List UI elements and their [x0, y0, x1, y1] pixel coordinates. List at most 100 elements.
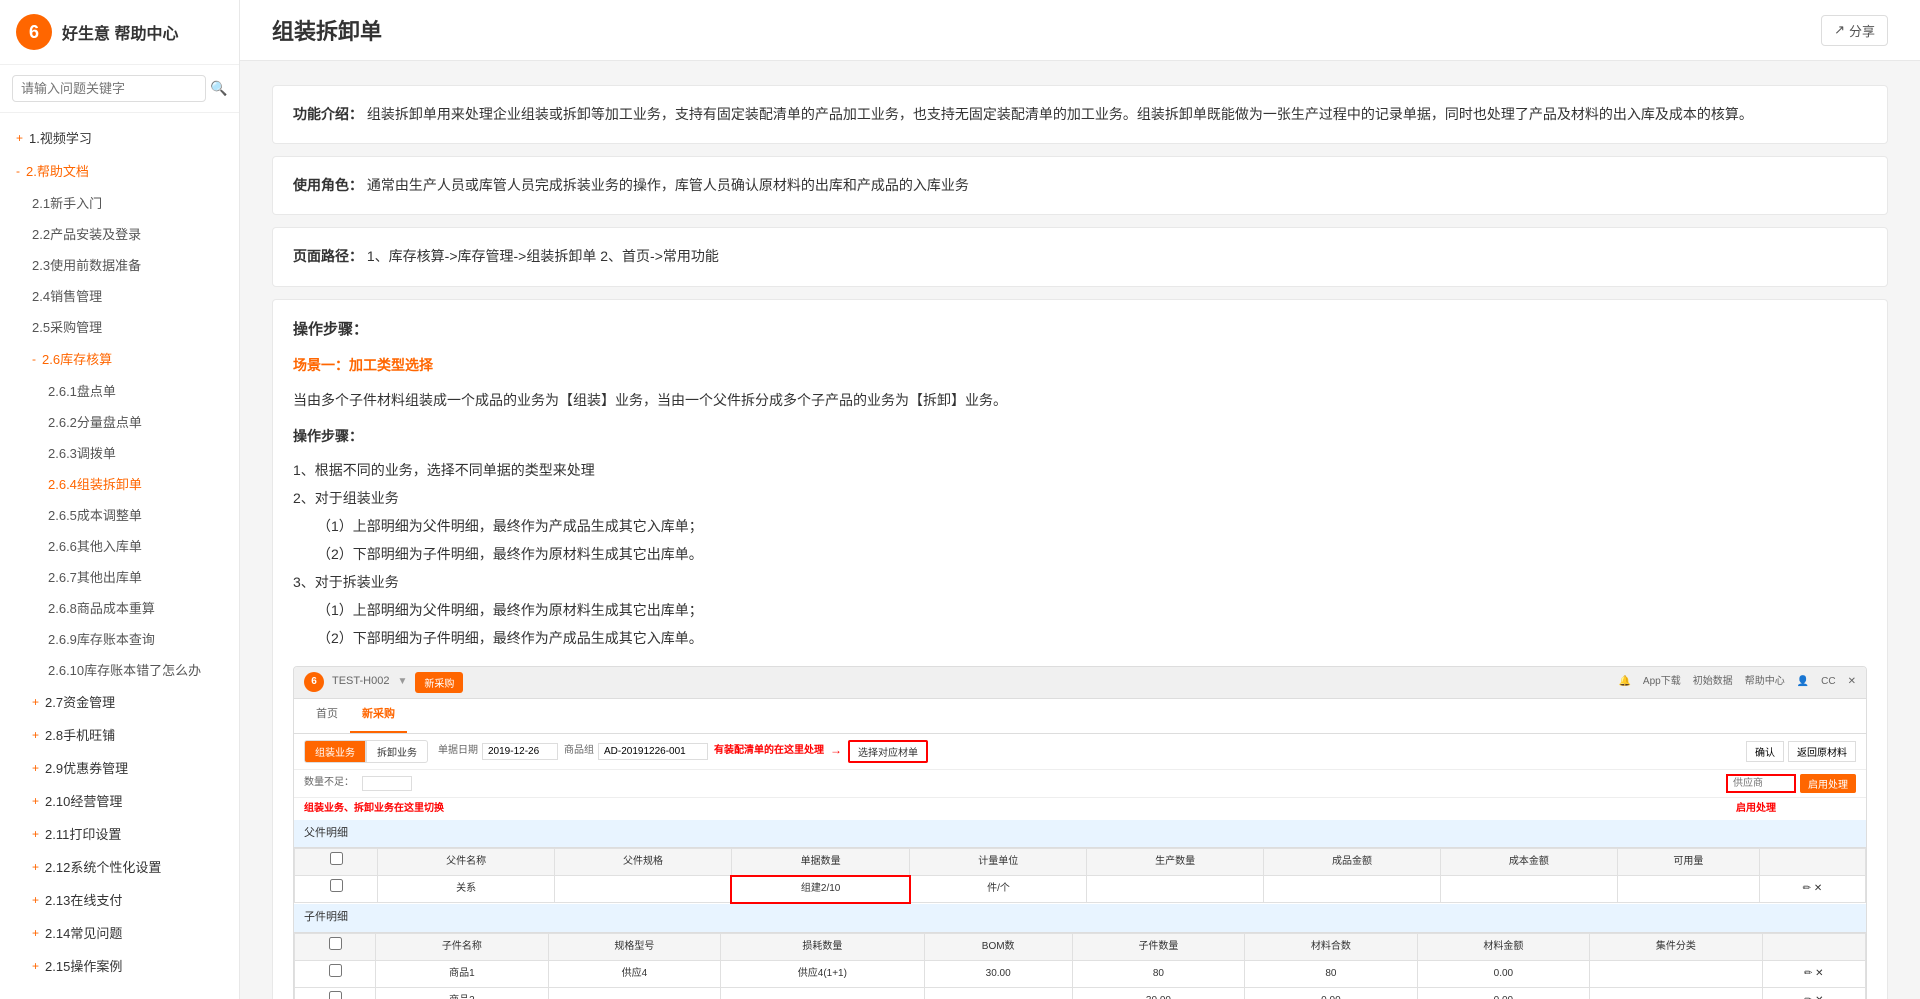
ss-upper-section-label: 父件明细 — [304, 827, 348, 839]
nav-sub-item-2-6-5[interactable]: 2.6.5成本调整单 — [16, 499, 239, 530]
ss-username: CC — [1821, 673, 1835, 691]
nav-sub-item-2-6-9[interactable]: 2.6.9库存账本查询 — [16, 623, 239, 654]
ss-lower-row-delete-2[interactable]: ✕ — [1815, 995, 1823, 999]
ss-enable-annotation: 启用处理 — [1736, 800, 1776, 818]
nav-sub-item-2-4[interactable]: 2.4销售管理 — [0, 280, 239, 311]
ss-annotation1-text: 有装配清单的在这里处理 — [714, 742, 824, 760]
nav-sub-item-2-1[interactable]: 2.1新手入门 — [0, 187, 239, 218]
sidebar-item-2-9[interactable]: + 2.9优惠券管理 — [0, 751, 239, 784]
ss-lth-spec: 规格型号 — [548, 933, 720, 960]
ss-return-btn[interactable]: 返回原材料 — [1788, 741, 1856, 762]
ss-annotation1-container: 有装配清单的在这里处理 → 选择对应材单 — [714, 740, 928, 763]
nav-sub-item-2-6-6[interactable]: 2.6.6其他入库单 — [16, 530, 239, 561]
ss-group-input[interactable] — [598, 743, 708, 760]
ss-lower-row-edit-2[interactable]: ✏ — [1804, 995, 1812, 999]
ss-row-checkbox-1[interactable] — [330, 879, 343, 892]
ss-lth-bom: BOM数 — [924, 933, 1072, 960]
role-intro-label: 使用角色： — [293, 177, 363, 193]
plus-icon-2-8: + — [32, 728, 39, 742]
step3-sub1: （1）上部明细为父件明细，最终作为原材料生成其它出库单； — [317, 596, 1867, 624]
ss-lower-td-spec-1: 供应4 — [548, 960, 720, 987]
ss-lower-td-bom-2 — [924, 987, 1072, 999]
ss-select-all-upper[interactable] — [330, 852, 343, 865]
nav-sub-item-2-6-7[interactable]: 2.6.7其他出库单 — [16, 561, 239, 592]
sidebar-item-2-10[interactable]: + 2.10经营管理 — [0, 784, 239, 817]
ss-confirm-btn[interactable]: 确认 — [1746, 741, 1784, 762]
ss-lower-td-mat-count-1: 80 — [1245, 960, 1417, 987]
sidebar-item-2-7[interactable]: + 2.7资金管理 — [0, 685, 239, 718]
ss-upper-section-header: 父件明细 — [294, 820, 1866, 849]
plus-icon-2-15: + — [32, 959, 39, 973]
ss-lower-section-header: 子件明细 — [294, 904, 1866, 933]
main-area: 组装拆卸单 ↗ 分享 功能介绍： 组装拆卸单用来处理企业组装或拆卸等加工业务，支… — [240, 0, 1920, 999]
sidebar-item-1-label: 1.视频学习 — [29, 128, 92, 147]
nav-sub-item-2-6-8[interactable]: 2.6.8商品成本重算 — [16, 592, 239, 623]
ss-date-input[interactable] — [482, 743, 558, 760]
ss-td-available — [1617, 876, 1759, 903]
table-row: 商品1 供应4 供应4(1+1) 30.00 80 80 0.00 — [295, 960, 1866, 987]
sidebar-item-1[interactable]: + 1.视频学习 — [0, 121, 239, 154]
ss-td-parent-name: 关系 — [378, 876, 555, 903]
ss-enable-btn[interactable]: 启用处理 — [1800, 774, 1856, 793]
nav-sub-item-2-6-1[interactable]: 2.6.1盘点单 — [16, 375, 239, 406]
sidebar-nav-sub: 2.1新手入门 2.2产品安装及登录 2.3使用前数据准备 2.4销售管理 2.… — [0, 187, 239, 982]
ss-td-checkbox — [295, 876, 378, 903]
ss-qty-label: 数量不足： — [304, 774, 354, 792]
ss-new-btn[interactable]: 新采购 — [415, 672, 463, 693]
nav-sub-item-2-2[interactable]: 2.2产品安装及登录 — [0, 218, 239, 249]
ss-group-field: 商品组 — [564, 742, 708, 760]
ss-upper-table-container: 父件明细 父件名称 父件规格 单据数量 计量单位 生产数量 — [294, 820, 1866, 904]
ss-type-tab-disassembly[interactable]: 拆卸业务 — [366, 740, 428, 763]
ss-notification-icon: 🔔 — [1618, 673, 1630, 691]
ss-type-tabs: 组装业务 拆卸业务 — [304, 740, 428, 763]
ss-help-center: 帮助中心 — [1745, 673, 1785, 691]
ss-select-btn[interactable]: 选择对应材单 — [848, 740, 928, 763]
path-intro-label: 页面路径： — [293, 248, 363, 264]
sidebar-item-2-8[interactable]: + 2.8手机旺铺 — [0, 718, 239, 751]
sidebar-item-2-13[interactable]: + 2.13在线支付 — [0, 883, 239, 916]
ss-upper-table-header-row: 父件名称 父件规格 单据数量 计量单位 生产数量 成品金额 成本金额 可用量 — [295, 849, 1866, 876]
search-button[interactable]: 🔍 — [210, 80, 227, 97]
nav-sub-item-2-5[interactable]: 2.5采购管理 — [0, 311, 239, 342]
role-intro-text: 通常由生产人员或库管人员完成拆装业务的操作，库管人员确认原材料的出库和产成品的入… — [367, 177, 969, 193]
ss-supplier-input[interactable] — [1726, 774, 1796, 793]
ss-upper-table: 父件名称 父件规格 单据数量 计量单位 生产数量 成品金额 成本金额 可用量 — [294, 848, 1866, 904]
ss-row-edit-icon[interactable]: ✏ — [1803, 883, 1811, 894]
nav-sub-item-2-6-2[interactable]: 2.6.2分量盘点单 — [16, 406, 239, 437]
sidebar-item-2-14[interactable]: + 2.14常见问题 — [0, 916, 239, 949]
nav-sub-item-2-6-3[interactable]: 2.6.3调拨单 — [16, 437, 239, 468]
ss-qty-input[interactable] — [362, 776, 412, 791]
plus-icon-2-7: + — [32, 695, 39, 709]
ss-lower-row-cb-1[interactable] — [329, 964, 342, 977]
ss-lower-td-bom-1: 30.00 — [924, 960, 1072, 987]
share-button[interactable]: ↗ 分享 — [1821, 15, 1888, 46]
ss-lower-row-delete-1[interactable]: ✕ — [1815, 968, 1823, 979]
plus-icon-1: + — [16, 131, 23, 145]
ss-type-tab-assembly[interactable]: 组装业务 — [304, 740, 366, 763]
ss-lower-td-name-1: 商品1 — [376, 960, 548, 987]
ss-logo: 6 — [304, 672, 324, 692]
nav-sub-item-2-3[interactable]: 2.3使用前数据准备 — [0, 249, 239, 280]
ss-lth-loss-qty: 损耗数量 — [721, 933, 925, 960]
sidebar-item-2-15[interactable]: + 2.15操作案例 — [0, 949, 239, 982]
ss-lower-row-edit-1[interactable]: ✏ — [1804, 968, 1812, 979]
ss-select-all-lower[interactable] — [329, 937, 342, 950]
ss-td-prod-qty — [1087, 876, 1264, 903]
ss-row-delete-icon[interactable]: ✕ — [1814, 883, 1822, 894]
search-input[interactable] — [12, 75, 206, 102]
sidebar-item-2-11[interactable]: + 2.11打印设置 — [0, 817, 239, 850]
ss-nav-purchase[interactable]: 新采购 — [350, 699, 407, 733]
ss-group-label: 商品组 — [564, 742, 594, 760]
nav-sub-item-2-6-10[interactable]: 2.6.10库存账本错了怎么办 — [16, 654, 239, 685]
path-intro-text: 1、库存核算->库存管理->组装拆卸单 2、首页->常用功能 — [367, 248, 719, 264]
sidebar-item-2-12[interactable]: + 2.12系统个性化设置 — [0, 850, 239, 883]
table-row: 关系 组建2/10 件/个 ✏ — [295, 876, 1866, 903]
ss-lower-row-cb-2[interactable] — [329, 991, 342, 999]
sidebar-item-2[interactable]: - 2.帮助文档 — [0, 154, 239, 187]
ss-th-parent-name: 父件名称 — [378, 849, 555, 876]
ss-lower-td-ops-1: ✏ ✕ — [1762, 960, 1865, 987]
nav-sub-item-2-6-4[interactable]: 2.6.4组装拆卸单 — [16, 468, 239, 499]
sidebar-item-2-6[interactable]: - 2.6库存核算 — [0, 342, 239, 375]
ss-lower-td-ops-2: ✏ ✕ — [1762, 987, 1865, 999]
ss-nav-home[interactable]: 首页 — [304, 699, 350, 733]
